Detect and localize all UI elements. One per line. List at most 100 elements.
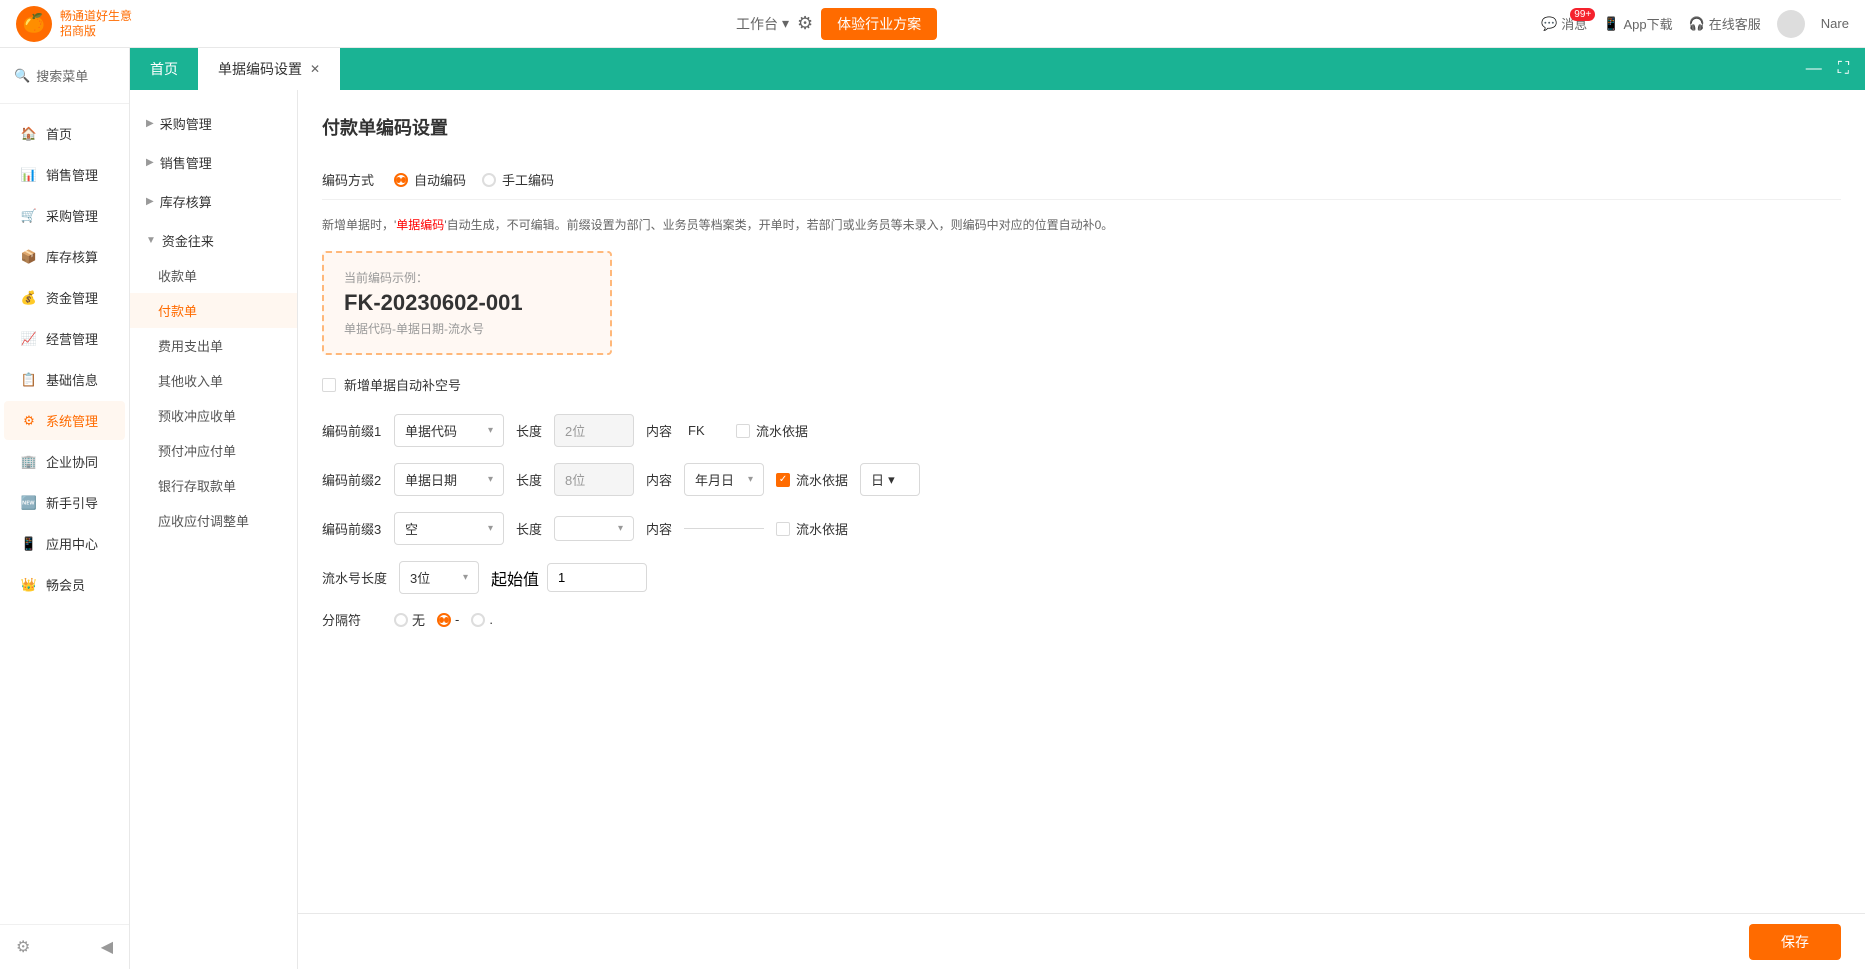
- arrow-icon: ▶: [146, 118, 154, 129]
- maximize-icon[interactable]: ⛶: [1838, 60, 1849, 78]
- separator-dot-label: .: [489, 612, 493, 627]
- auto-fill-row: 新增单据自动补空号: [322, 375, 1841, 394]
- collapse-button[interactable]: ◀: [101, 937, 113, 957]
- encoding-radio-group: 自动编码 手工编码: [394, 170, 554, 189]
- sub-group-inventory-title[interactable]: ▶ 库存核算: [130, 184, 297, 219]
- sub-nav-item-expense[interactable]: 费用支出单: [130, 328, 297, 363]
- enterprise-icon: 🏢: [20, 453, 38, 471]
- online-service-button[interactable]: 🎧 在线客服: [1689, 14, 1761, 33]
- radio-manual-dot: [482, 173, 496, 187]
- tab-encoding[interactable]: 单据编码设置 ✕: [198, 48, 340, 90]
- prefix1-length-label: 长度: [516, 421, 542, 440]
- sales-icon: 📊: [20, 166, 38, 184]
- prefix2-serial-checkbox[interactable]: ✓: [776, 473, 790, 487]
- tab-close-icon[interactable]: ✕: [310, 62, 320, 76]
- sidebar-item-apps-label: 应用中心: [46, 534, 98, 553]
- sub-nav-item-prepay-receivable[interactable]: 预收冲应收单: [130, 398, 297, 433]
- radio-auto-dot: [394, 173, 408, 187]
- sidebar-item-member[interactable]: 👑 畅会员: [4, 565, 125, 604]
- form-row-prefix2: 编码前缀2 单据日期 ▾ 长度 8位 内容 年月日 ▾ ✓: [322, 463, 1841, 496]
- main-layout: 🔍 搜索菜单 🏠 首页 📊 销售管理 🛒 采购管理 📦 库存核算 💰: [0, 48, 1865, 969]
- app-download-button[interactable]: 📱 App下载: [1603, 14, 1672, 33]
- radio-manual[interactable]: 手工编码: [482, 170, 554, 189]
- message-icon: 💬: [1541, 16, 1557, 32]
- prefix1-serial-checkbox[interactable]: [736, 424, 750, 438]
- sidebar-item-home[interactable]: 🏠 首页: [4, 114, 125, 153]
- sidebar-item-purchase[interactable]: 🛒 采购管理: [4, 196, 125, 235]
- save-button[interactable]: 保存: [1749, 924, 1841, 960]
- day-arrow-icon: ▾: [888, 472, 895, 488]
- sidebar-item-inventory[interactable]: 📦 库存核算: [4, 237, 125, 276]
- sub-group-capital-title[interactable]: ▼ 资金往来: [130, 223, 297, 258]
- sub-nav-item-payment[interactable]: 付款单: [130, 293, 297, 328]
- sub-nav-item-bank-deposit[interactable]: 银行存取款单: [130, 468, 297, 503]
- bottom-settings-button[interactable]: ⚙: [16, 937, 30, 957]
- sidebar-item-sales[interactable]: 📊 销售管理: [4, 155, 125, 194]
- start-value-label: 起始值: [491, 566, 539, 590]
- sub-nav-item-adjust[interactable]: 应收应付调整单: [130, 503, 297, 538]
- radio-auto[interactable]: 自动编码: [394, 170, 466, 189]
- arrow-icon: ▶: [146, 157, 154, 168]
- prefix2-content-select[interactable]: 年月日 ▾: [684, 463, 764, 496]
- sidebar-item-basic[interactable]: 📋 基础信息: [4, 360, 125, 399]
- sidebar-bottom: ⚙ ◀: [0, 924, 129, 969]
- serial-length-arrow-icon: ▾: [463, 572, 468, 583]
- sidebar-item-finance[interactable]: 💰 资金管理: [4, 278, 125, 317]
- sub-nav-item-prepay-payable[interactable]: 预付冲应付单: [130, 433, 297, 468]
- code-example-label: 当前编码示例：: [344, 269, 590, 286]
- sidebar-item-guide[interactable]: 🆕 新手引导: [4, 483, 125, 522]
- logo-icon: 🍊: [16, 6, 52, 42]
- sidebar: 🔍 搜索菜单 🏠 首页 📊 销售管理 🛒 采购管理 📦 库存核算 💰: [0, 48, 130, 969]
- prefix3-value: 空: [405, 519, 418, 538]
- serial-length-value: 3位: [410, 568, 430, 587]
- separator-none[interactable]: 无: [394, 610, 425, 629]
- prefix1-select[interactable]: 单据代码 ▾: [394, 414, 504, 447]
- serial-length-row: 流水号长度 3位 ▾ 起始值: [322, 561, 1841, 594]
- workspace-dropdown[interactable]: 工作台 ▾: [736, 14, 789, 34]
- prefix3-serial-checkbox[interactable]: [776, 522, 790, 536]
- separator-label: 分隔符: [322, 610, 382, 629]
- settings-icon[interactable]: ⚙: [797, 13, 813, 34]
- sidebar-item-system[interactable]: ⚙ 系统管理: [4, 401, 125, 440]
- separator-dash[interactable]: -: [437, 612, 459, 627]
- sub-group-purchase-label: 采购管理: [160, 114, 212, 133]
- sidebar-item-operation[interactable]: 📈 经营管理: [4, 319, 125, 358]
- prefix3-arrow-icon: ▾: [488, 523, 493, 534]
- search-icon: 🔍: [14, 68, 30, 84]
- sidebar-item-enterprise[interactable]: 🏢 企业协同: [4, 442, 125, 481]
- chevron-down-icon: ▾: [782, 15, 789, 32]
- message-button[interactable]: 💬 消息 99+: [1541, 14, 1587, 33]
- prefix3-length-select[interactable]: ▾: [554, 516, 634, 541]
- prefix3-select[interactable]: 空 ▾: [394, 512, 504, 545]
- separator-dot[interactable]: .: [471, 612, 493, 627]
- minimize-icon[interactable]: —: [1806, 60, 1822, 78]
- prefix2-label: 编码前缀2: [322, 470, 382, 489]
- sub-group-purchase-title[interactable]: ▶ 采购管理: [130, 106, 297, 141]
- sub-sidebar: ▶ 采购管理 ▶ 销售管理 ▶ 库存核算: [130, 90, 298, 969]
- sidebar-item-apps[interactable]: 📱 应用中心: [4, 524, 125, 563]
- prefix3-length-arrow-icon: ▾: [618, 523, 623, 534]
- download-icon: 📱: [1603, 16, 1619, 32]
- industry-button[interactable]: 体验行业方案: [821, 8, 937, 40]
- tab-encoding-label: 单据编码设置: [218, 59, 302, 79]
- encoding-mode-row: 编码方式 自动编码 手工编码: [322, 160, 1841, 200]
- auto-fill-checkbox[interactable]: [322, 378, 336, 392]
- avatar[interactable]: [1777, 10, 1805, 38]
- logo-text: 畅通道好生意 招商版: [60, 9, 132, 38]
- finance-icon: 💰: [20, 289, 38, 307]
- prefix3-label: 编码前缀3: [322, 519, 382, 538]
- start-value-input[interactable]: [547, 563, 647, 592]
- form-row-prefix1: 编码前缀1 单据代码 ▾ 长度 2位 内容 FK 流水依据: [322, 414, 1841, 447]
- day-select[interactable]: 日 ▾: [860, 463, 920, 496]
- tab-home[interactable]: 首页: [130, 48, 198, 90]
- prefix1-length-input: 2位: [554, 414, 634, 447]
- member-icon: 👑: [20, 576, 38, 594]
- prefix2-select[interactable]: 单据日期 ▾: [394, 463, 504, 496]
- sub-group-inventory-label: 库存核算: [160, 192, 212, 211]
- sub-group-sales-title[interactable]: ▶ 销售管理: [130, 145, 297, 180]
- save-bar: 保存: [298, 913, 1865, 969]
- serial-length-select[interactable]: 3位 ▾: [399, 561, 479, 594]
- sub-nav-item-receipt[interactable]: 收款单: [130, 258, 297, 293]
- search-menu-button[interactable]: 🔍 搜索菜单: [8, 60, 121, 91]
- sub-nav-item-other-income[interactable]: 其他收入单: [130, 363, 297, 398]
